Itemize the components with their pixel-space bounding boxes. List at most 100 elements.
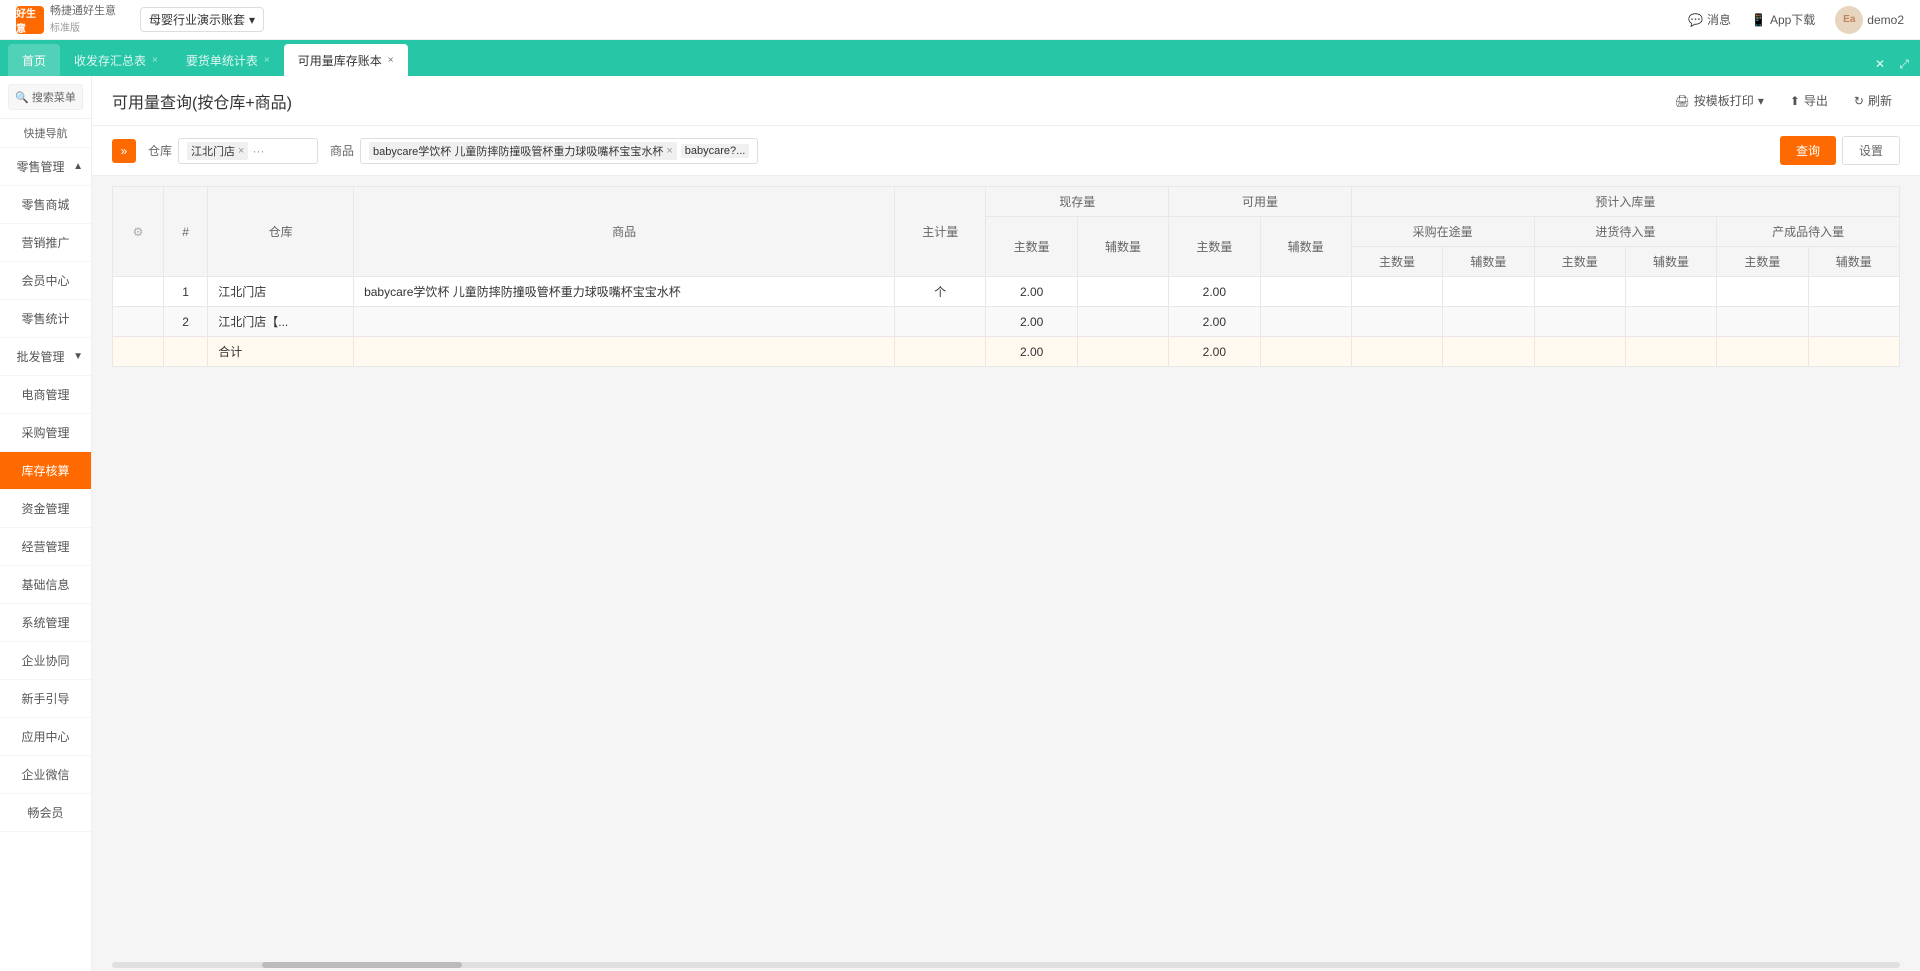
layout: 🔍 搜索菜单 快捷导航 零售管理 ▲ 零售商城 营销推广 会员中心 零售统计	[0, 76, 1920, 971]
chevron-down-icon: ▼	[73, 351, 83, 362]
app-download-label: App下载	[1770, 11, 1815, 28]
app-download-button[interactable]: 📱 App下载	[1751, 11, 1815, 28]
page-header: 可用量查询(按仓库+商品) 🖨 按模板打印 ▾ ⬆ 导出 ↻ 刷新	[92, 76, 1920, 126]
warehouse-tag: 江北门店 ×	[187, 142, 248, 160]
enterprise-collab-label: 企业协同	[8, 652, 83, 669]
tab-available-label: 可用量库存账本	[298, 52, 382, 69]
tab-order-label: 要货单统计表	[186, 52, 258, 69]
sidebar-item-ecom-mgmt[interactable]: 电商管理	[0, 376, 91, 414]
footer-product	[354, 337, 895, 367]
col-settings[interactable]: ⚙	[113, 187, 164, 277]
tab-receive-close[interactable]: ×	[152, 55, 158, 66]
basic-info-label: 基础信息	[8, 576, 83, 593]
member-label: 畅会员	[8, 804, 83, 821]
warehouse-tag-remove[interactable]: ×	[238, 145, 244, 157]
data-table: ⚙ # 仓库 商品 主计量 现存量 可用量 预计入库量 主数量 辅数量 主数量	[112, 186, 1900, 367]
export-button[interactable]: ⬆ 导出	[1782, 88, 1836, 113]
footer-label: 合计	[208, 337, 354, 367]
product-filter-input[interactable]: babycare学饮杯 儿童防摔防撞吸管杯重力球吸嘴杯宝宝水杯 × babyca…	[360, 138, 758, 164]
sidebar-item-retail-mgmt[interactable]: 零售管理 ▲	[0, 148, 91, 186]
industry-select[interactable]: 母婴行业演示账套 ▾	[140, 7, 264, 32]
expand-filter-button[interactable]: »	[112, 139, 136, 163]
search-icon: 🔍	[15, 92, 32, 104]
warehouse-more-icon[interactable]: ···	[252, 144, 264, 158]
scroll-track[interactable]	[112, 962, 1900, 968]
row2-pp-main	[1534, 307, 1625, 337]
sidebar-search-area: 🔍 搜索菜单	[0, 76, 91, 119]
logo-sub: 标准版	[50, 19, 116, 34]
footer-prod-aux	[1808, 337, 1899, 367]
sidebar-item-enterprise-wechat[interactable]: 企业微信	[0, 756, 91, 794]
sidebar-item-retail-stats[interactable]: 零售统计	[0, 300, 91, 338]
nav-tabs: 首页 收发存汇总表 × 要货单统计表 × 可用量库存账本 × ✕ ⤢	[0, 40, 1920, 76]
search-menu-button[interactable]: 🔍 搜索菜单	[8, 84, 83, 110]
footer-pp-aux	[1625, 337, 1716, 367]
retail-stats-label: 零售统计	[8, 310, 83, 327]
main-content: 可用量查询(按仓库+商品) 🖨 按模板打印 ▾ ⬆ 导出 ↻ 刷新 »	[92, 76, 1920, 971]
refresh-button[interactable]: ↻ 刷新	[1846, 88, 1900, 113]
top-bar-left: 好生意 畅捷通好生意 标准版 母婴行业演示账套 ▾	[16, 5, 264, 33]
app-center-label: 应用中心	[8, 728, 83, 745]
refresh-icon: ↻	[1854, 94, 1864, 108]
logo-text-area: 畅捷通好生意 标准版	[50, 5, 116, 33]
col-current-stock-header: 现存量	[986, 187, 1169, 217]
sidebar-item-member[interactable]: 畅会员	[0, 794, 91, 832]
sidebar-item-finance[interactable]: 资金管理	[0, 490, 91, 528]
print-button[interactable]: 🖨 按模板打印 ▾	[1667, 88, 1772, 113]
col-warehouse-header: 仓库	[208, 187, 354, 277]
row1-prod-aux	[1808, 277, 1899, 307]
close-all-button[interactable]: ✕	[1872, 56, 1888, 72]
warehouse-filter-input[interactable]: 江北门店 × ···	[178, 138, 318, 164]
product-tag-remove[interactable]: ×	[666, 145, 672, 157]
sidebar-item-app-center[interactable]: 应用中心	[0, 718, 91, 756]
top-bar: 好生意 畅捷通好生意 标准版 母婴行业演示账套 ▾ 💬 消息 📱 App下载 E…	[0, 0, 1920, 40]
settings-button[interactable]: 设置	[1842, 136, 1900, 165]
operations-label: 经营管理	[8, 538, 83, 555]
filter-actions: 查询 设置	[1780, 136, 1900, 165]
quick-nav-button[interactable]: 快捷导航	[0, 119, 91, 148]
scroll-thumb[interactable]	[262, 962, 462, 968]
table-row-subtotal: 2 江北门店【... 2.00 2.00	[113, 307, 1900, 337]
tab-available-close[interactable]: ×	[388, 55, 394, 66]
sidebar-item-wholesale-mgmt[interactable]: 批发管理 ▼	[0, 338, 91, 376]
logo-icon: 好生意	[16, 6, 44, 34]
footer-pp-main	[1534, 337, 1625, 367]
sidebar-item-retail-mall[interactable]: 零售商城	[0, 186, 91, 224]
sidebar-item-inventory[interactable]: 库存核算	[0, 452, 91, 490]
row2-product	[354, 307, 895, 337]
message-button[interactable]: 💬 消息	[1688, 11, 1731, 28]
sidebar-item-enterprise-collab[interactable]: 企业协同	[0, 642, 91, 680]
row1-pp-aux	[1625, 277, 1716, 307]
sidebar-item-member-center[interactable]: 会员中心	[0, 262, 91, 300]
query-button[interactable]: 查询	[1780, 136, 1836, 165]
header-actions: 🖨 按模板打印 ▾ ⬆ 导出 ↻ 刷新	[1667, 88, 1900, 113]
product-filter-label: 商品	[330, 142, 354, 159]
retail-mgmt-label: 零售管理	[8, 158, 73, 175]
tab-receive-summary[interactable]: 收发存汇总表 ×	[60, 44, 172, 76]
tab-order-stats[interactable]: 要货单统计表 ×	[172, 44, 284, 76]
search-menu-label: 搜索菜单	[32, 92, 76, 104]
user-menu[interactable]: Ea demo2	[1835, 6, 1904, 34]
tab-home[interactable]: 首页	[8, 44, 60, 76]
col-purchase-pending-header: 进货待入量	[1534, 217, 1717, 247]
sidebar-item-new-guide[interactable]: 新手引导	[0, 680, 91, 718]
member-center-label: 会员中心	[8, 272, 83, 289]
tab-home-label: 首页	[22, 52, 46, 69]
sidebar-item-marketing[interactable]: 营销推广	[0, 224, 91, 262]
maximize-button[interactable]: ⤢	[1896, 56, 1912, 72]
sidebar-item-basic-info[interactable]: 基础信息	[0, 566, 91, 604]
username-label: demo2	[1867, 13, 1904, 27]
printer-icon: 🖨	[1675, 94, 1690, 108]
tab-available-stock[interactable]: 可用量库存账本 ×	[284, 44, 408, 76]
sidebar-item-operations[interactable]: 经营管理	[0, 528, 91, 566]
settings-icon[interactable]: ⚙	[133, 225, 144, 239]
tab-order-close[interactable]: ×	[264, 55, 270, 66]
export-label: 导出	[1804, 92, 1828, 109]
col-pp-main: 主数量	[1534, 247, 1625, 277]
sidebar-item-purchase-mgmt[interactable]: 采购管理	[0, 414, 91, 452]
tab-receive-label: 收发存汇总表	[74, 52, 146, 69]
footer-pt-main	[1351, 337, 1442, 367]
sidebar-item-system-mgmt[interactable]: 系统管理	[0, 604, 91, 642]
marketing-label: 营销推广	[8, 234, 83, 251]
row2-unit	[895, 307, 986, 337]
